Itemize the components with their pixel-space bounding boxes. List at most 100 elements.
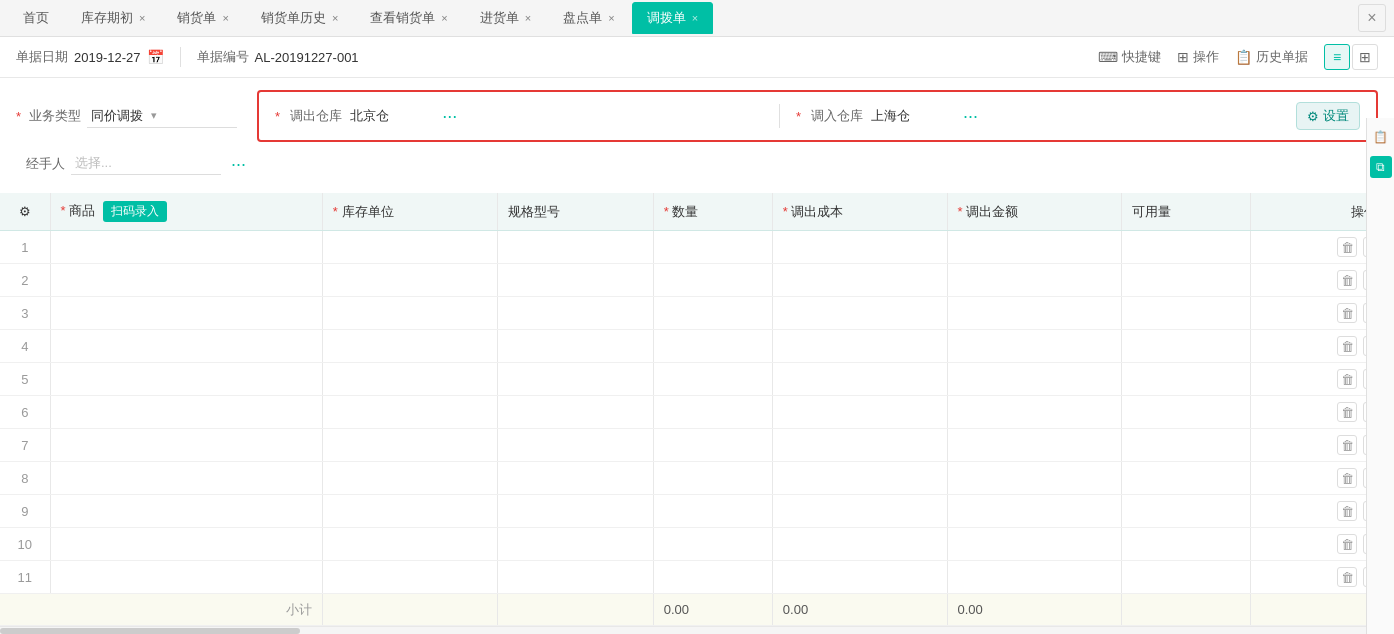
calendar-icon[interactable]: 📅 [147,49,164,65]
tab-sales-order[interactable]: 销货单 × [162,2,243,34]
row-cost[interactable] [772,264,947,297]
row-amount[interactable] [947,561,1122,594]
column-settings[interactable]: ⚙ [0,193,50,231]
shortcut-action[interactable]: ⌨ 快捷键 [1098,48,1161,66]
row-product[interactable] [50,330,322,363]
delete-row-button[interactable]: 🗑 [1337,303,1357,323]
handler-more[interactable]: ··· [231,155,246,173]
delete-row-button[interactable]: 🗑 [1337,501,1357,521]
row-spec[interactable] [497,462,653,495]
delete-row-button[interactable]: 🗑 [1337,435,1357,455]
row-cost[interactable] [772,561,947,594]
tab-close-transfer[interactable]: × [692,12,698,24]
tab-home[interactable]: 首页 [8,2,64,34]
row-product[interactable] [50,561,322,594]
handler-select[interactable]: 选择... [71,152,221,175]
tab-sales-history[interactable]: 销货单历史 × [246,2,353,34]
tab-close-view-sales[interactable]: × [441,12,447,24]
row-amount[interactable] [947,330,1122,363]
row-product[interactable] [50,363,322,396]
row-unit[interactable] [322,462,497,495]
warehouse-out-more[interactable]: ··· [442,107,457,125]
row-cost[interactable] [772,429,947,462]
history-action[interactable]: 📋 历史单据 [1235,48,1308,66]
row-spec[interactable] [497,363,653,396]
row-amount[interactable] [947,363,1122,396]
row-available[interactable] [1122,363,1250,396]
delete-row-button[interactable]: 🗑 [1337,336,1357,356]
row-product[interactable] [50,264,322,297]
row-qty[interactable] [653,495,772,528]
tab-close-sales-history[interactable]: × [332,12,338,24]
row-available[interactable] [1122,429,1250,462]
row-cost[interactable] [772,363,947,396]
settings-button[interactable]: ⚙ 设置 [1296,102,1360,130]
row-amount[interactable] [947,462,1122,495]
row-cost[interactable] [772,396,947,429]
row-unit[interactable] [322,429,497,462]
business-type-select[interactable]: 同价调拨 ▾ [87,105,237,128]
row-unit[interactable] [322,561,497,594]
sidebar-link-icon[interactable]: ⧉ [1370,156,1392,178]
row-cost[interactable] [772,330,947,363]
scan-button[interactable]: 扫码录入 [103,201,167,222]
operation-action[interactable]: ⊞ 操作 [1177,48,1219,66]
row-unit[interactable] [322,528,497,561]
row-cost[interactable] [772,495,947,528]
row-available[interactable] [1122,297,1250,330]
row-qty[interactable] [653,561,772,594]
row-cost[interactable] [772,528,947,561]
row-available[interactable] [1122,528,1250,561]
delete-row-button[interactable]: 🗑 [1337,534,1357,554]
row-cost[interactable] [772,231,947,264]
row-spec[interactable] [497,528,653,561]
row-available[interactable] [1122,462,1250,495]
row-available[interactable] [1122,264,1250,297]
row-product[interactable] [50,231,322,264]
row-spec[interactable] [497,429,653,462]
row-qty[interactable] [653,396,772,429]
delete-row-button[interactable]: 🗑 [1337,567,1357,587]
row-spec[interactable] [497,330,653,363]
row-qty[interactable] [653,297,772,330]
delete-row-button[interactable]: 🗑 [1337,402,1357,422]
row-qty[interactable] [653,429,772,462]
row-amount[interactable] [947,495,1122,528]
tab-purchase[interactable]: 进货单 × [465,2,546,34]
tab-close-purchase[interactable]: × [525,12,531,24]
row-unit[interactable] [322,264,497,297]
row-cost[interactable] [772,462,947,495]
list-view-button[interactable]: ≡ [1324,44,1350,70]
row-product[interactable] [50,396,322,429]
row-amount[interactable] [947,429,1122,462]
row-amount[interactable] [947,396,1122,429]
tab-transfer[interactable]: 调拨单 × [632,2,713,34]
row-qty[interactable] [653,330,772,363]
row-product[interactable] [50,429,322,462]
row-qty[interactable] [653,231,772,264]
row-unit[interactable] [322,297,497,330]
row-available[interactable] [1122,330,1250,363]
delete-row-button[interactable]: 🗑 [1337,468,1357,488]
delete-row-button[interactable]: 🗑 [1337,237,1357,257]
row-cost[interactable] [772,297,947,330]
window-close-button[interactable]: × [1358,4,1386,32]
row-spec[interactable] [497,495,653,528]
row-product[interactable] [50,297,322,330]
grid-view-button[interactable]: ⊞ [1352,44,1378,70]
tab-close-inventory-init[interactable]: × [139,12,145,24]
tab-inventory-init[interactable]: 库存期初 × [66,2,160,34]
delete-row-button[interactable]: 🗑 [1337,369,1357,389]
delete-row-button[interactable]: 🗑 [1337,270,1357,290]
row-unit[interactable] [322,363,497,396]
row-unit[interactable] [322,330,497,363]
row-available[interactable] [1122,495,1250,528]
row-available[interactable] [1122,561,1250,594]
row-product[interactable] [50,495,322,528]
row-spec[interactable] [497,297,653,330]
row-amount[interactable] [947,528,1122,561]
tab-close-stocktake[interactable]: × [608,12,614,24]
row-amount[interactable] [947,297,1122,330]
sidebar-notes-icon[interactable]: 📋 [1370,126,1392,148]
horizontal-scrollbar[interactable] [0,626,1394,634]
